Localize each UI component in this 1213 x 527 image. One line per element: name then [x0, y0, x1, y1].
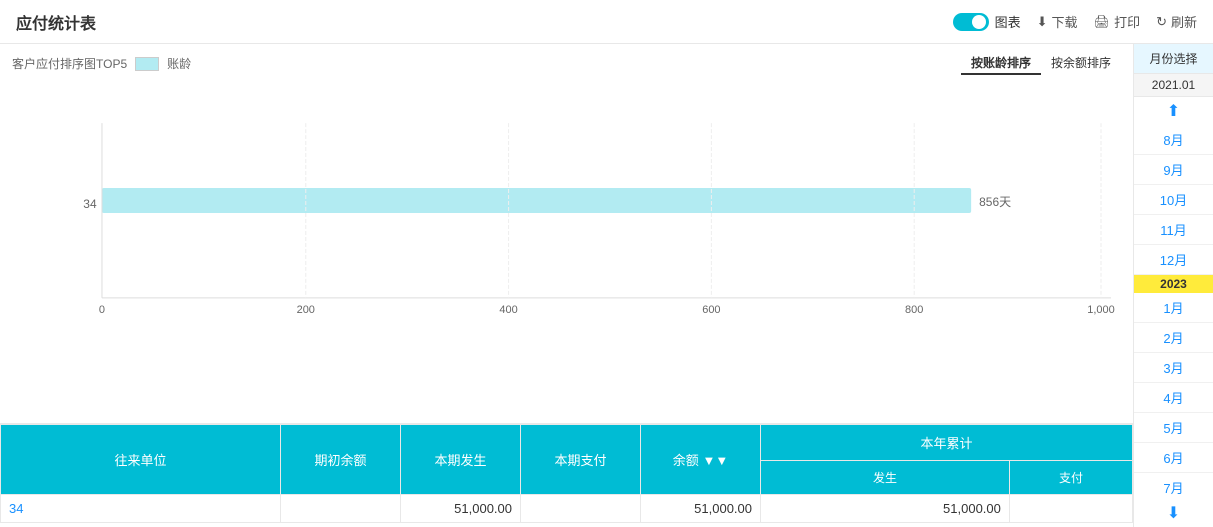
svg-text:400: 400 — [499, 304, 517, 316]
chart-toggle-wrap[interactable]: 图表 — [953, 12, 1021, 31]
svg-text:200: 200 — [297, 304, 315, 316]
month-5[interactable]: 5月 — [1134, 413, 1213, 443]
cell-leiji-fasheng: 51,000.00 — [761, 495, 1010, 523]
svg-text:1,000: 1,000 — [1087, 304, 1114, 316]
sidebar-down-button[interactable]: ⬇ — [1134, 499, 1213, 527]
cell-leiji-zhifu — [1009, 495, 1132, 523]
sidebar-header-label: 月份选择 — [1149, 50, 1197, 67]
sort-buttons: 按账龄排序 按余额排序 — [961, 52, 1121, 75]
chart-bar — [102, 188, 971, 213]
month-11[interactable]: 11月 — [1134, 215, 1213, 245]
chart-legend: 客户应付排序图TOP5 账龄 — [12, 55, 191, 72]
download-button[interactable]: ⬇ 下载 — [1037, 12, 1078, 31]
table-body: 34 51,000.00 51,000.00 51,000.00 — [1, 495, 1133, 523]
cell-unit: 34 — [1, 495, 281, 523]
table-section: 往来单位 期初余额 本期发生 本期支付 余额 ▼▼ 本年累计 发生 — [0, 424, 1133, 527]
table-header-row: 往来单位 期初余额 本期发生 本期支付 余额 ▼▼ 本年累计 — [1, 425, 1133, 461]
legend-box-label: 账龄 — [167, 55, 191, 72]
chart-toggle-label: 图表 — [995, 12, 1021, 31]
cell-qichu — [281, 495, 401, 523]
unit-link[interactable]: 34 — [9, 501, 23, 516]
th-benqi-zhifu: 本期支付 — [521, 425, 641, 495]
month-10[interactable]: 10月 — [1134, 185, 1213, 215]
download-icon: ⬇ — [1037, 14, 1048, 30]
month-12[interactable]: 12月 — [1134, 245, 1213, 275]
header-actions: 图表 ⬇ 下载 🖨 打印 ↻ 刷新 — [953, 12, 1197, 31]
svg-text:856天: 856天 — [979, 195, 1011, 209]
table-row: 34 51,000.00 51,000.00 51,000.00 — [1, 495, 1133, 523]
th-qichu: 期初余额 — [281, 425, 401, 495]
month-3[interactable]: 3月 — [1134, 353, 1213, 383]
sort-icon[interactable]: ▼ — [702, 453, 715, 468]
chart-table-area: 客户应付排序图TOP5 账龄 按账龄排序 按余额排序 34 — [0, 44, 1133, 527]
sidebar-header: 月份选择 — [1134, 44, 1213, 74]
svg-text:0: 0 — [99, 304, 105, 316]
bar-chart: 34 856天 0 200 400 600 80 — [22, 83, 1121, 353]
th-yue: 余额 ▼▼ — [641, 425, 761, 495]
sort-by-balance-button[interactable]: 按余额排序 — [1041, 52, 1121, 75]
legend-box — [135, 57, 159, 71]
print-button[interactable]: 🖨 打印 — [1094, 12, 1141, 31]
svg-text:800: 800 — [905, 304, 923, 316]
chart-svg: 34 856天 0 200 400 600 80 — [62, 83, 1121, 323]
print-label: 打印 — [1114, 12, 1140, 31]
cell-benqi-fasheng: 51,000.00 — [401, 495, 521, 523]
month-2[interactable]: 2月 — [1134, 323, 1213, 353]
svg-text:34: 34 — [83, 197, 97, 211]
month-7[interactable]: 7月 — [1134, 473, 1213, 499]
refresh-button[interactable]: ↻ 刷新 — [1156, 12, 1197, 31]
main-content: 客户应付排序图TOP5 账龄 按账龄排序 按余额排序 34 — [0, 44, 1213, 527]
chart-section: 客户应付排序图TOP5 账龄 按账龄排序 按余额排序 34 — [0, 44, 1133, 424]
refresh-label: 刷新 — [1171, 12, 1197, 31]
sidebar-year: 2023 — [1134, 275, 1213, 293]
download-label: 下载 — [1052, 12, 1078, 31]
th-leiji-fasheng: 发生 — [761, 461, 1010, 495]
current-date: 2021.01 — [1134, 74, 1213, 97]
month-8[interactable]: 8月 — [1134, 125, 1213, 155]
th-leiji: 本年累计 — [761, 425, 1133, 461]
cell-benqi-zhifu — [521, 495, 641, 523]
svg-text:600: 600 — [702, 304, 720, 316]
page-title: 应付统计表 — [16, 10, 96, 34]
th-leiji-zhifu: 支付 — [1009, 461, 1132, 495]
print-icon: 🖨 — [1094, 14, 1111, 30]
cell-yue: 51,000.00 — [641, 495, 761, 523]
month-9[interactable]: 9月 — [1134, 155, 1213, 185]
legend-text: 客户应付排序图TOP5 — [12, 55, 127, 72]
th-benqi-fasheng: 本期发生 — [401, 425, 521, 495]
sidebar-up-button[interactable]: ⬆ — [1134, 97, 1213, 125]
sidebar-months: 8月 9月 10月 11月 12月 2023 1月 2月 3月 4月 5月 6月… — [1134, 125, 1213, 499]
data-table: 往来单位 期初余额 本期发生 本期支付 余额 ▼▼ 本年累计 发生 — [0, 424, 1133, 523]
th-unit: 往来单位 — [1, 425, 281, 495]
sort-by-age-button[interactable]: 按账龄排序 — [961, 52, 1041, 75]
chart-header: 客户应付排序图TOP5 账龄 按账龄排序 按余额排序 — [12, 52, 1121, 75]
month-4[interactable]: 4月 — [1134, 383, 1213, 413]
chart-toggle[interactable] — [953, 13, 989, 31]
month-1[interactable]: 1月 — [1134, 293, 1213, 323]
refresh-icon: ↻ — [1156, 14, 1167, 30]
sidebar: 月份选择 2021.01 ⬆ 8月 9月 10月 11月 12月 2023 1月… — [1133, 44, 1213, 527]
month-6[interactable]: 6月 — [1134, 443, 1213, 473]
